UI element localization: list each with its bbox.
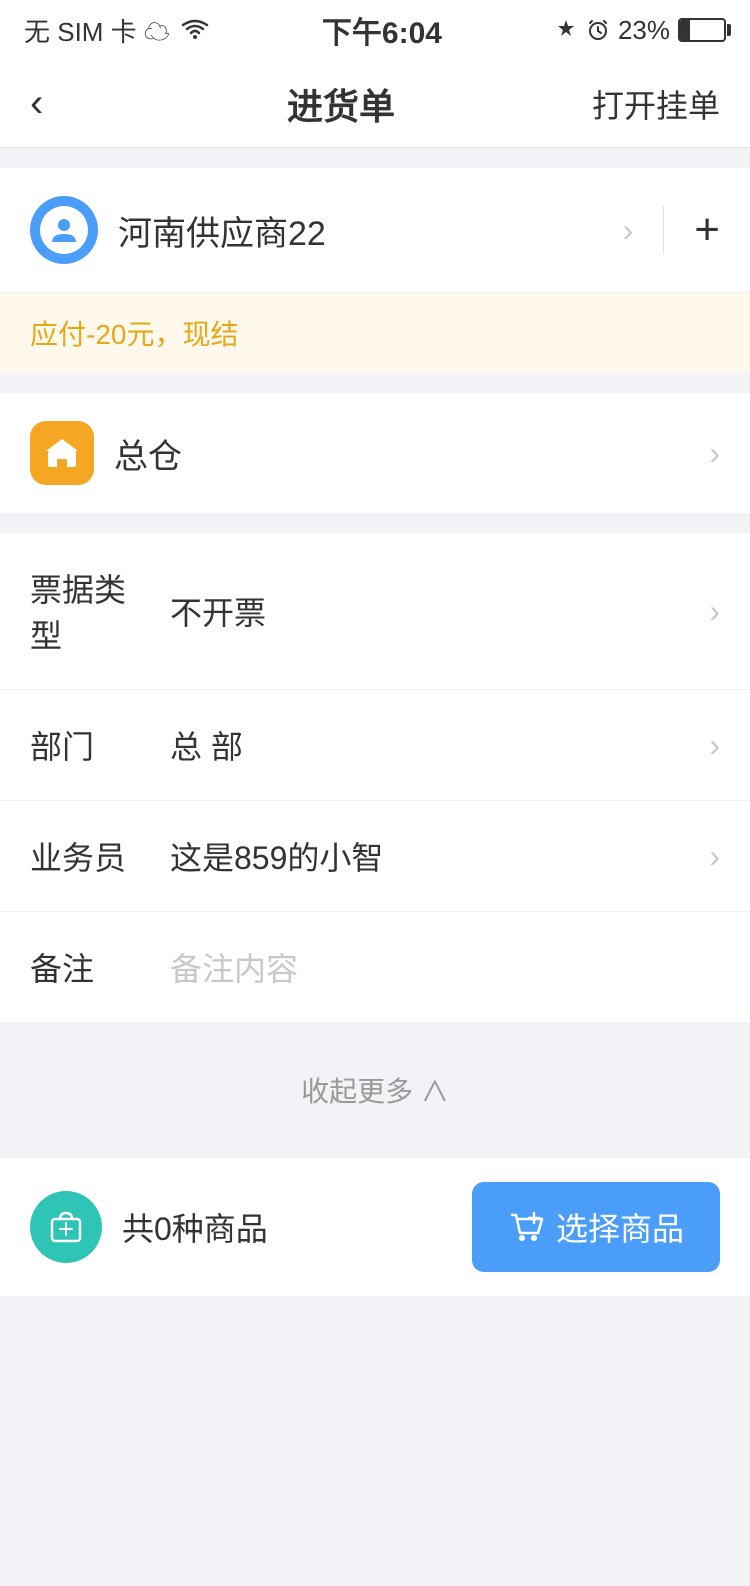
warehouse-name: 总仓	[114, 429, 709, 478]
wifi-icon	[180, 19, 210, 41]
cart-icon	[508, 1209, 544, 1245]
supplier-name: 河南供应商22	[118, 206, 623, 255]
dept-label: 部门	[30, 722, 150, 768]
dept-row[interactable]: 部门 总 部 ›	[0, 690, 750, 801]
invoice-label: 票据类型	[30, 565, 150, 657]
back-button[interactable]: ‹	[30, 81, 90, 126]
nav-bar: ‹ 进货单 打开挂单	[0, 60, 750, 148]
status-left: 无 SIM 卡 ☁	[24, 12, 210, 49]
select-product-button[interactable]: 选择商品	[472, 1182, 720, 1272]
notice-text: 应付-20元，现结	[30, 319, 238, 350]
status-time: 下午6:04	[322, 8, 442, 52]
supplier-chevron-icon: ›	[623, 212, 634, 249]
remark-row[interactable]: 备注 备注内容	[0, 912, 750, 1022]
invoice-chevron-icon: ›	[709, 593, 720, 630]
battery-icon	[678, 18, 726, 42]
invoice-value: 不开票	[150, 588, 709, 634]
product-icon-wrap	[30, 1191, 102, 1263]
page-title: 进货单	[287, 78, 395, 130]
notice-banner: 应付-20元，现结	[0, 293, 750, 373]
supplier-card: 河南供应商22 › + 应付-20元，现结	[0, 168, 750, 373]
staff-value: 这是859的小智	[150, 833, 709, 879]
dept-value: 总 部	[150, 722, 709, 768]
product-count: 共0种商品	[122, 1204, 472, 1250]
add-supplier-button[interactable]: +	[694, 208, 720, 252]
dept-chevron-icon: ›	[709, 727, 720, 764]
supplier-row[interactable]: 河南供应商22 › +	[0, 168, 750, 293]
staff-chevron-icon: ›	[709, 838, 720, 875]
warehouse-row[interactable]: 总仓 ›	[0, 393, 750, 513]
invoice-type-row[interactable]: 票据类型 不开票 ›	[0, 533, 750, 690]
warehouse-icon-wrap	[30, 421, 94, 485]
gap-1	[0, 148, 750, 168]
remark-label: 备注	[30, 944, 150, 990]
status-bar: 无 SIM 卡 ☁ 下午6:04 23%	[0, 0, 750, 60]
supplier-avatar	[30, 196, 98, 264]
warehouse-chevron-icon: ›	[709, 435, 720, 472]
battery-percent: 23%	[618, 15, 670, 46]
location-icon	[554, 18, 578, 42]
product-icon	[46, 1207, 86, 1247]
person-icon	[48, 214, 80, 246]
bottom-bar: 共0种商品 选择商品	[0, 1158, 750, 1296]
open-pending-button[interactable]: 打开挂单	[592, 81, 720, 127]
warehouse-icon	[44, 435, 80, 471]
sim-label: 无 SIM 卡 ☁	[24, 12, 170, 49]
staff-row[interactable]: 业务员 这是859的小智 ›	[0, 801, 750, 912]
collapse-label: 收起更多 ∧	[301, 1076, 449, 1107]
status-right: 23%	[554, 15, 726, 46]
page-background	[0, 1296, 750, 1586]
staff-label: 业务员	[30, 833, 150, 879]
form-section: 票据类型 不开票 › 部门 总 部 › 业务员 这是859的小智 › 备注 备注…	[0, 533, 750, 1022]
select-btn-label: 选择商品	[556, 1204, 684, 1250]
divider	[663, 206, 664, 254]
collapse-button[interactable]: 收起更多 ∧	[0, 1042, 750, 1138]
remark-input[interactable]: 备注内容	[150, 944, 720, 990]
alarm-icon	[586, 18, 610, 42]
